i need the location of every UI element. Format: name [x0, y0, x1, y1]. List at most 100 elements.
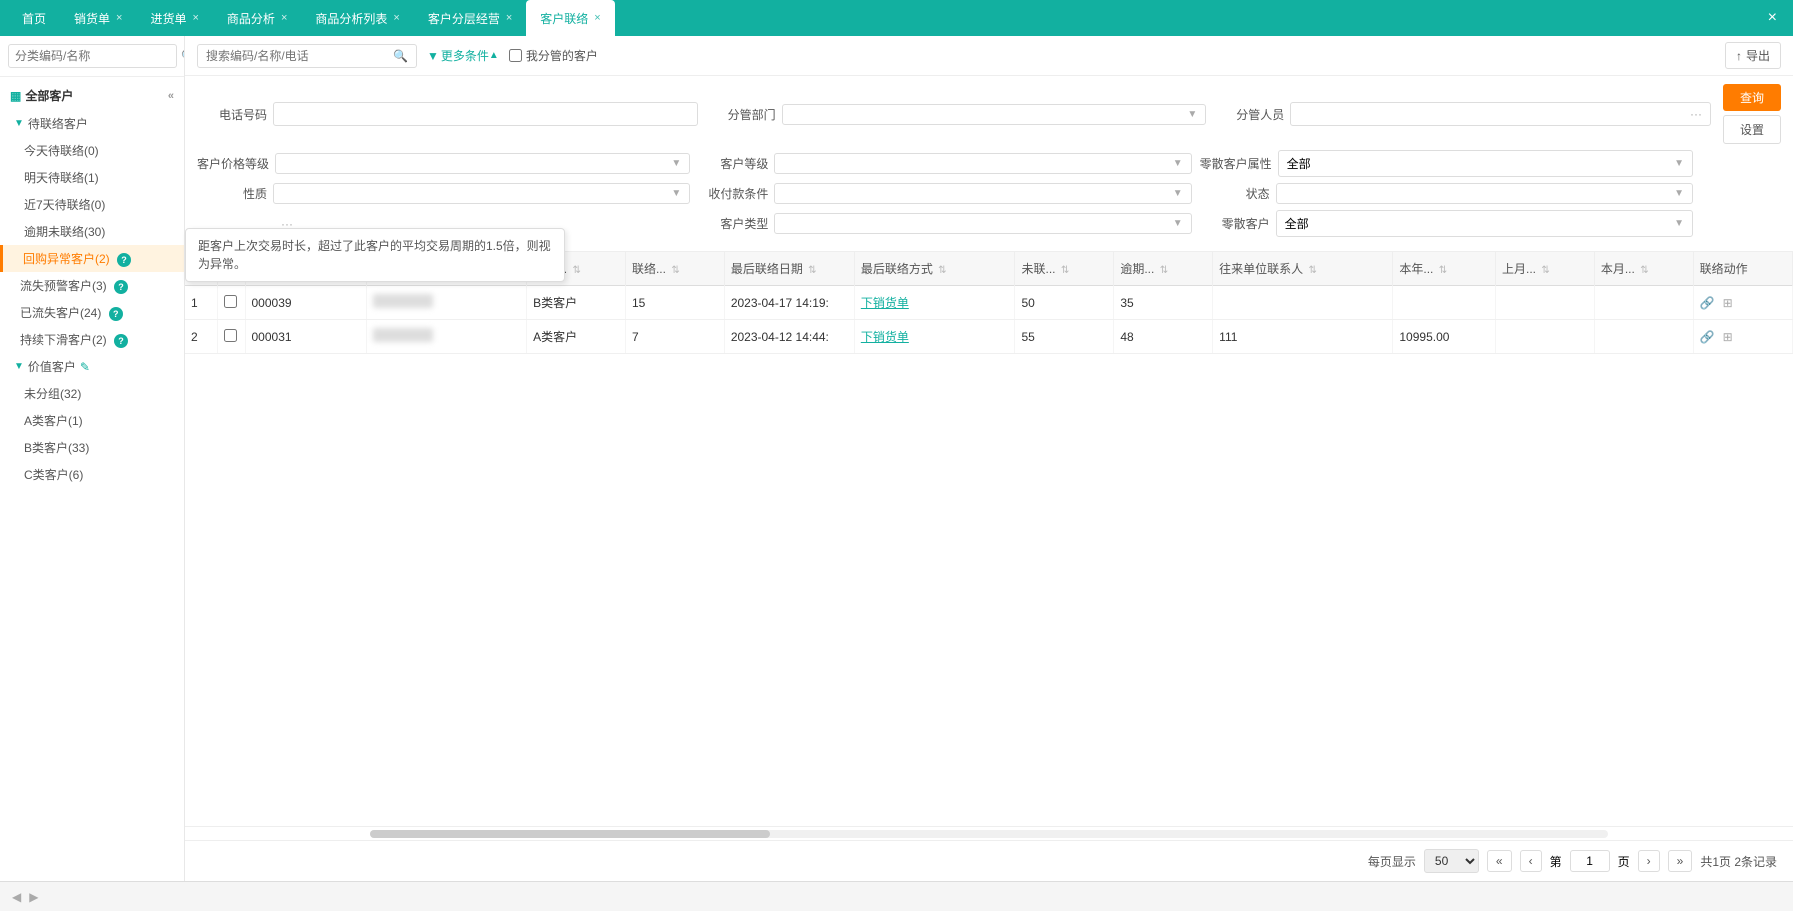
row1-method-link[interactable]: 下销货单 — [861, 296, 909, 310]
nav-customer-contact[interactable]: 客户联络 × — [526, 0, 614, 36]
bottom-right-arrow[interactable]: ▶ — [25, 890, 42, 904]
col-last-contact-method[interactable]: 最后联络方式 ⇅ — [854, 252, 1015, 286]
search-icon[interactable]: 🔍 — [393, 49, 408, 63]
row1-type: B类客户 — [527, 286, 626, 320]
row2-method-link[interactable]: 下销货单 — [861, 330, 909, 344]
row1-contact-icon[interactable]: 🔗 — [1700, 296, 1715, 310]
sidebar-item-declining-customers[interactable]: 持续下滑客户(2) ? — [0, 326, 184, 353]
filter-customer-level: 客户等级 ▼ — [698, 153, 1191, 174]
sidebar-group-value-header[interactable]: ▼ 价值客户 ✎ — [4, 353, 184, 380]
sidebar-item-loss-warning[interactable]: 流失预警客户(3) ? — [0, 272, 184, 299]
scrollbar-track — [370, 830, 1608, 838]
filter-row-3: 性质 ▼ 收付款条件 ▼ 状态 — [197, 183, 1781, 204]
status-select[interactable]: ▼ — [1276, 183, 1693, 204]
sidebar-item-c-class[interactable]: C类客户(6) — [4, 461, 184, 488]
row2-select-checkbox[interactable] — [224, 329, 237, 342]
close-customer-contact-icon[interactable]: × — [594, 12, 600, 24]
sidebar-item-ungrouped[interactable]: 未分组(32) — [4, 380, 184, 407]
col-uncontacted[interactable]: 未联... ⇅ — [1015, 252, 1114, 286]
info-icon-lost[interactable]: ? — [109, 307, 123, 321]
export-button[interactable]: ↑ 导出 — [1725, 42, 1781, 69]
query-button[interactable]: 查询 — [1723, 84, 1781, 111]
row1-last-date: 2023-04-17 14:19: — [724, 286, 854, 320]
sidebar-item-lost-customers[interactable]: 已流失客户(24) ? — [0, 299, 184, 326]
sidebar-all-customers[interactable]: ▦ 全部客户 « — [0, 81, 184, 110]
filter-nature: 性质 ▼ — [197, 183, 690, 204]
info-icon-repurchase[interactable]: ? — [117, 253, 131, 267]
edit-value-group-icon[interactable]: ✎ — [80, 360, 90, 374]
scrollbar-thumb[interactable] — [370, 830, 770, 838]
manager-select[interactable]: ··· — [1290, 102, 1711, 126]
nav-purchase-order[interactable]: 进货单 × — [136, 0, 212, 36]
close-purchase-order-icon[interactable]: × — [192, 12, 198, 24]
close-product-analysis-list-icon[interactable]: × — [393, 12, 399, 24]
sidebar-item-b-class[interactable]: B类客户(33) — [4, 434, 184, 461]
row2-company-contact: 111 — [1213, 320, 1393, 354]
first-page-button[interactable]: « — [1487, 850, 1512, 872]
payment-terms-select[interactable]: ▼ — [774, 183, 1191, 204]
my-customers-checkbox[interactable] — [509, 49, 522, 62]
row2-code: 000031 — [245, 320, 367, 354]
col-actions: 联络动作 — [1693, 252, 1792, 286]
info-icon-declining[interactable]: ? — [114, 334, 128, 348]
sidebar-item-today-pending[interactable]: 今天待联络(0) — [4, 137, 184, 164]
nav-sales-order[interactable]: 销货单 × — [60, 0, 136, 36]
sidebar-search-input[interactable] — [8, 44, 177, 68]
sidebar-item-7day-pending[interactable]: 近7天待联络(0) — [4, 191, 184, 218]
chevron-up-icon: ▲ — [489, 50, 499, 61]
close-sales-order-icon[interactable]: × — [116, 12, 122, 24]
prev-page-button[interactable]: ‹ — [1520, 850, 1542, 872]
col-last-contact-date[interactable]: 最后联络日期 ⇅ — [724, 252, 854, 286]
last-page-button[interactable]: » — [1668, 850, 1693, 872]
nav-home[interactable]: 首页 — [8, 0, 60, 36]
filter-price-level: 客户价格等级 ▼ — [197, 153, 690, 174]
sidebar-item-overdue-uncontacted[interactable]: 逾期未联络(30) — [4, 218, 184, 245]
row1-more-icon[interactable]: ⊞ — [1723, 296, 1733, 310]
settings-button[interactable]: 设置 — [1723, 115, 1781, 144]
col-this-month[interactable]: 本月... ⇅ — [1594, 252, 1693, 286]
page-size-select[interactable]: 50 20 100 — [1424, 849, 1479, 873]
customer-level-select[interactable]: ▼ — [774, 153, 1191, 174]
sort-icon-last-month: ⇅ — [1541, 265, 1549, 276]
customer-type-select[interactable]: ▼ — [774, 213, 1191, 234]
retail-customer-select[interactable]: 全部 ▼ — [1276, 210, 1693, 237]
retail-property-select[interactable]: 全部 ▼ — [1278, 150, 1693, 177]
col-last-month[interactable]: 上月... ⇅ — [1495, 252, 1594, 286]
row1-contact-count: 15 — [625, 286, 724, 320]
nature-select[interactable]: ▼ — [273, 183, 690, 204]
nav-product-analysis-list[interactable]: 商品分析列表 × — [301, 0, 413, 36]
sidebar-item-tomorrow-pending[interactable]: 明天待联络(1) — [4, 164, 184, 191]
page-number-input[interactable] — [1570, 850, 1610, 872]
row1-select-checkbox[interactable] — [224, 295, 237, 308]
nav-customer-segmentation[interactable]: 客户分层经营 × — [414, 0, 526, 36]
sidebar-group-pending-header[interactable]: ▼ 待联络客户 — [4, 110, 184, 137]
phone-input[interactable] — [273, 102, 698, 126]
sort-icon-date: ⇅ — [808, 265, 816, 276]
close-all-tabs-button[interactable]: × — [1760, 9, 1785, 27]
sidebar-item-a-class[interactable]: A类客户(1) — [4, 407, 184, 434]
horizontal-scrollbar[interactable] — [185, 826, 1793, 840]
left-sidebar: 🔍 ▦ 全部客户 « ▼ 待联络客户 今天待联络(0) 明天待联络(1) — [0, 36, 185, 881]
department-select[interactable]: ▼ — [782, 104, 1207, 125]
nav-product-analysis[interactable]: 商品分析 × — [213, 0, 301, 36]
row2-more-icon[interactable]: ⊞ — [1723, 330, 1733, 344]
bottom-left-arrow[interactable]: ◀ — [8, 890, 25, 904]
row2-contact-icon[interactable]: 🔗 — [1700, 330, 1715, 344]
chevron-down-icon-status: ▼ — [1674, 188, 1684, 199]
collapse-icon[interactable]: « — [168, 90, 174, 102]
col-contact-count[interactable]: 联络... ⇅ — [625, 252, 724, 286]
row2-last-method: 下销货单 — [854, 320, 1015, 354]
close-product-analysis-icon[interactable]: × — [281, 12, 287, 24]
close-customer-segmentation-icon[interactable]: × — [506, 12, 512, 24]
row2-this-month — [1594, 320, 1693, 354]
customer-search-input[interactable] — [206, 49, 389, 63]
price-level-select[interactable]: ▼ — [275, 153, 690, 174]
info-icon-loss-warning[interactable]: ? — [114, 280, 128, 294]
col-overdue[interactable]: 逾期... ⇅ — [1114, 252, 1213, 286]
chevron-down-icon-payment: ▼ — [1173, 188, 1183, 199]
col-this-year[interactable]: 本年... ⇅ — [1393, 252, 1496, 286]
more-conditions-button[interactable]: ▼ 更多条件 ▲ — [427, 47, 499, 64]
sidebar-item-repurchase-anomaly[interactable]: 回购异常客户(2) ? — [0, 245, 184, 272]
next-page-button[interactable]: › — [1638, 850, 1660, 872]
col-company-contact[interactable]: 往来单位联系人 ⇅ — [1213, 252, 1393, 286]
